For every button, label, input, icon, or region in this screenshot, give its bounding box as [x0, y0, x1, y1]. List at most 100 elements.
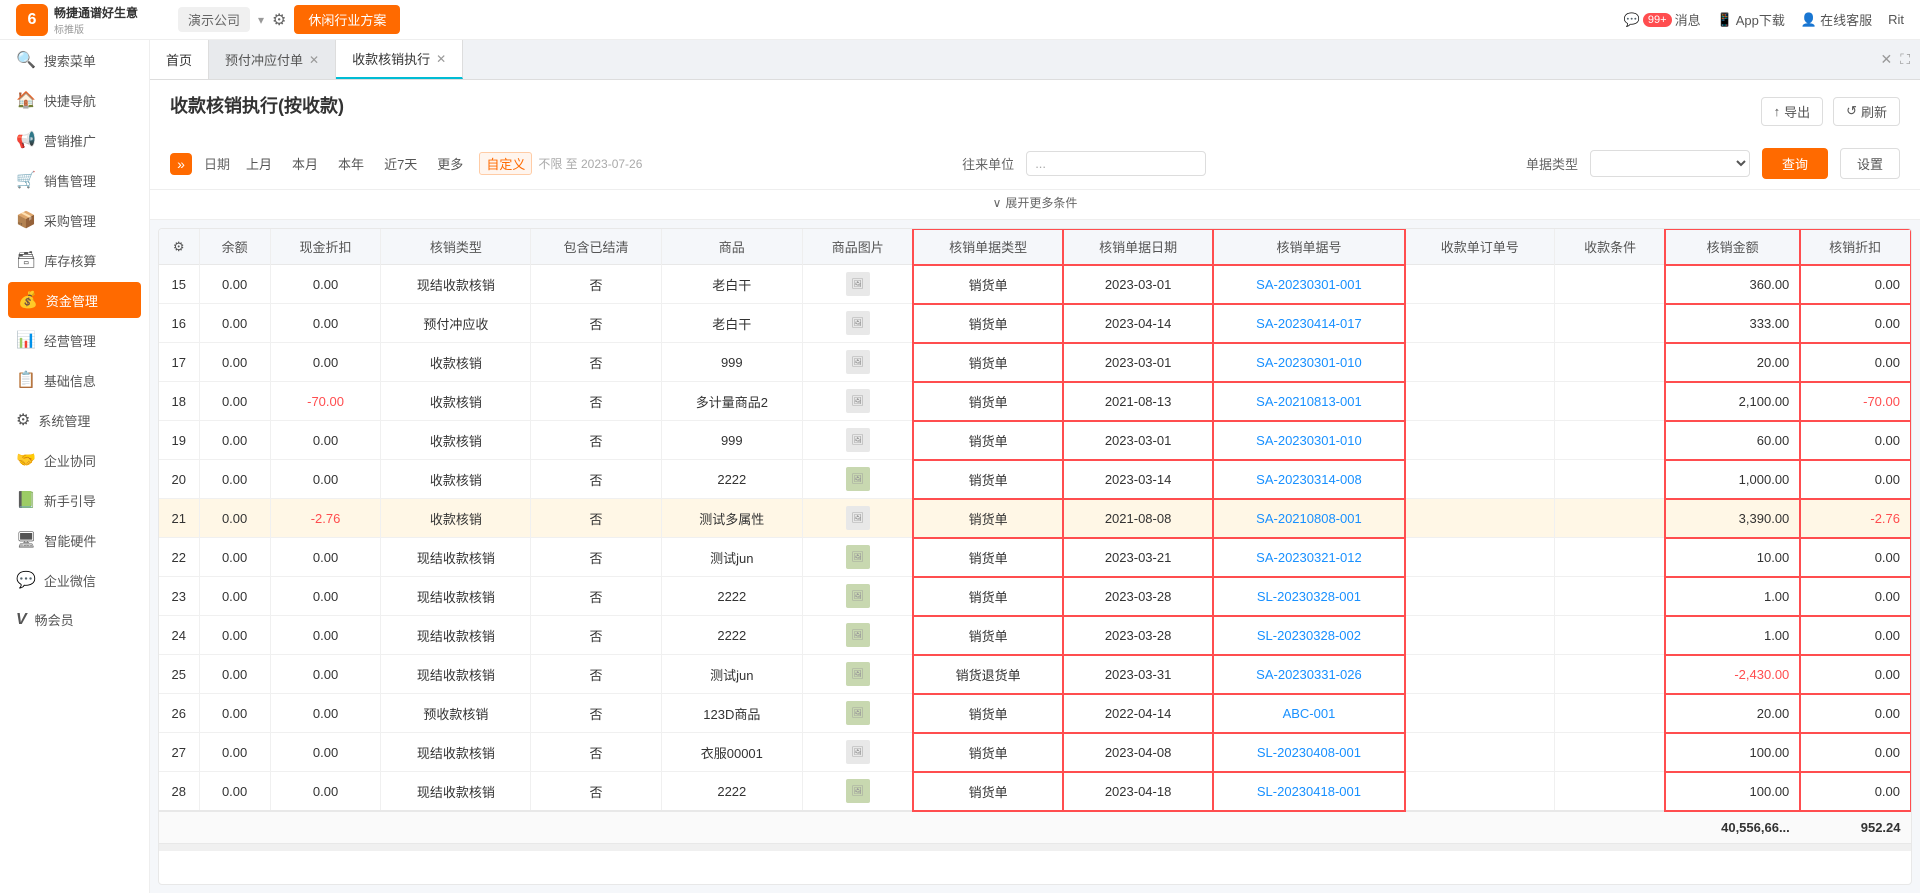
- sidebar-item-collab[interactable]: 🤝 企业协同: [0, 440, 149, 480]
- cell-bill-no[interactable]: SA-20230331-026: [1213, 655, 1405, 694]
- export-btn[interactable]: ↑ 导出: [1761, 97, 1824, 126]
- filter-this-month[interactable]: 本月: [288, 152, 322, 175]
- cell-condition: [1555, 733, 1666, 772]
- sidebar-item-hardware[interactable]: 🖥 智能硬件: [0, 520, 149, 560]
- filter-toggle-btn[interactable]: »: [170, 153, 192, 175]
- cell-bill-no[interactable]: SL-20230408-001: [1213, 733, 1405, 772]
- cell-discount: -70.00: [1800, 382, 1911, 421]
- app-name: 畅捷通谱好生意: [54, 4, 138, 21]
- tab-prepay-close[interactable]: ✕: [309, 53, 319, 67]
- cell-bill-no[interactable]: SL-20230328-001: [1213, 577, 1405, 616]
- cell-bill-no[interactable]: SA-20210808-001: [1213, 499, 1405, 538]
- filter-custom[interactable]: 自定义: [479, 152, 532, 175]
- expand-more-link[interactable]: ∨ 展开更多条件: [993, 194, 1078, 211]
- app-download-btn[interactable]: 📱 App下载: [1717, 10, 1785, 29]
- cell-bill-type: 销货单: [913, 421, 1063, 460]
- refresh-btn[interactable]: ↺ 刷新: [1833, 97, 1900, 126]
- cell-settled: 否: [531, 460, 661, 499]
- product-thumbnail: 🖼: [846, 467, 870, 491]
- settings-icon[interactable]: ⚙: [272, 10, 286, 30]
- tab-maximize-icon[interactable]: ⛶: [1900, 51, 1910, 68]
- sidebar-item-quicknav[interactable]: 🏠 快捷导航: [0, 80, 149, 120]
- sidebar-item-guide[interactable]: 📗 新手引导: [0, 480, 149, 520]
- cell-goods: 123D商品: [661, 694, 802, 733]
- cell-bill-no[interactable]: SA-20230301-001: [1213, 265, 1405, 304]
- tab-collection-label: 收款核销执行: [352, 49, 430, 68]
- tab-collection-close[interactable]: ✕: [436, 52, 446, 66]
- cell-settled: 否: [531, 421, 661, 460]
- cell-bill-no[interactable]: SA-20210813-001: [1213, 382, 1405, 421]
- cell-bill-no[interactable]: ABC-001: [1213, 694, 1405, 733]
- sidebar-item-operations[interactable]: 📊 经营管理: [0, 320, 149, 360]
- tab-collection[interactable]: 收款核销执行 ✕: [336, 40, 463, 79]
- industry-btn[interactable]: 休闲行业方案: [294, 5, 400, 34]
- cell-bill-no[interactable]: SA-20230301-010: [1213, 421, 1405, 460]
- chevron-down-icon: ∨: [993, 196, 1002, 210]
- table-row: 22 0.00 0.00 现结收款核销 否 测试jun 🖼 销货单 2023-0…: [159, 538, 1911, 577]
- product-thumbnail: 🖼: [846, 701, 870, 725]
- system-icon: ⚙: [16, 410, 30, 430]
- cell-bill-date: 2023-03-01: [1063, 343, 1213, 382]
- cell-bill-type: 销货单: [913, 694, 1063, 733]
- bill-type-select[interactable]: [1590, 150, 1750, 177]
- filter-this-year[interactable]: 本年: [334, 152, 368, 175]
- cell-bill-no[interactable]: SA-20230414-017: [1213, 304, 1405, 343]
- cell-bill-date: 2023-03-01: [1063, 265, 1213, 304]
- cell-goods-img: 🖼: [802, 265, 913, 304]
- sidebar-item-sales[interactable]: 🛒 销售管理: [0, 160, 149, 200]
- cell-goods: 衣服00001: [661, 733, 802, 772]
- cell-settled: 否: [531, 694, 661, 733]
- tab-home[interactable]: 首页: [150, 40, 209, 79]
- cell-bill-no[interactable]: SA-20230321-012: [1213, 538, 1405, 577]
- filter-last-7[interactable]: 近7天: [380, 152, 421, 175]
- horizontal-scrollbar[interactable]: [159, 843, 1911, 851]
- cell-goods-img: 🖼: [802, 694, 913, 733]
- sidebar-item-marketing[interactable]: 📢 营销推广: [0, 120, 149, 160]
- hardware-icon: 🖥: [16, 530, 36, 550]
- company-dropdown-icon[interactable]: ▾: [258, 13, 264, 27]
- sidebar-item-basic[interactable]: 📋 基础信息: [0, 360, 149, 400]
- product-thumbnail: 🖼: [846, 350, 870, 374]
- filter-last-month[interactable]: 上月: [242, 152, 276, 175]
- col-settings[interactable]: ⚙: [159, 229, 199, 265]
- cell-condition: [1555, 655, 1666, 694]
- cell-discount: 0.00: [1800, 655, 1911, 694]
- online-service-btn[interactable]: 👤 在线客服: [1801, 10, 1872, 29]
- cell-bill-no[interactable]: SL-20230418-001: [1213, 772, 1405, 812]
- cell-goods-img: 🖼: [802, 499, 913, 538]
- sidebar-item-search[interactable]: 🔍 搜索菜单: [0, 40, 149, 80]
- cell-bill-date: 2023-03-28: [1063, 577, 1213, 616]
- page-title: 收款核销执行(按收款): [170, 92, 344, 118]
- tab-prepay[interactable]: 预付冲应付单 ✕: [209, 40, 336, 79]
- sidebar-item-purchase[interactable]: 📦 采购管理: [0, 200, 149, 240]
- cell-settled: 否: [531, 538, 661, 577]
- user-name[interactable]: Rit: [1888, 12, 1904, 27]
- cell-bill-no[interactable]: SA-20230314-008: [1213, 460, 1405, 499]
- sidebar-item-finance[interactable]: 💰 资金管理: [8, 282, 141, 318]
- cell-goods-img: 🖼: [802, 616, 913, 655]
- cell-bill-date: 2023-04-14: [1063, 304, 1213, 343]
- notifications-btn[interactable]: 💬 99+ 消息: [1624, 10, 1701, 29]
- cell-condition: [1555, 343, 1666, 382]
- sidebar-item-system[interactable]: ⚙ 系统管理: [0, 400, 149, 440]
- product-thumbnail: 🖼: [846, 428, 870, 452]
- cell-num: 28: [159, 772, 199, 812]
- partner-filter-input[interactable]: ...: [1026, 151, 1206, 176]
- cell-type: 预付冲应收: [381, 304, 531, 343]
- cell-bill-no[interactable]: SL-20230328-002: [1213, 616, 1405, 655]
- filter-more[interactable]: 更多: [433, 152, 467, 175]
- cell-bill-no[interactable]: SA-20230301-010: [1213, 343, 1405, 382]
- cell-goods-img: 🖼: [802, 772, 913, 812]
- cell-goods-img: 🖼: [802, 655, 913, 694]
- sidebar-item-member[interactable]: V 畅会员: [0, 600, 149, 639]
- tab-close-all-icon[interactable]: ✕: [1880, 51, 1892, 68]
- query-btn[interactable]: 查询: [1762, 148, 1828, 179]
- company-selector[interactable]: 演示公司: [178, 7, 250, 32]
- sidebar-item-inventory[interactable]: 🗃 库存核算: [0, 240, 149, 280]
- cell-balance: 0.00: [199, 538, 270, 577]
- cell-bill-date: 2023-03-21: [1063, 538, 1213, 577]
- sidebar-item-wechat[interactable]: 💬 企业微信: [0, 560, 149, 600]
- cell-bill-type: 销货单: [913, 304, 1063, 343]
- cell-amount: 60.00: [1665, 421, 1799, 460]
- settings-btn[interactable]: 设置: [1840, 148, 1900, 179]
